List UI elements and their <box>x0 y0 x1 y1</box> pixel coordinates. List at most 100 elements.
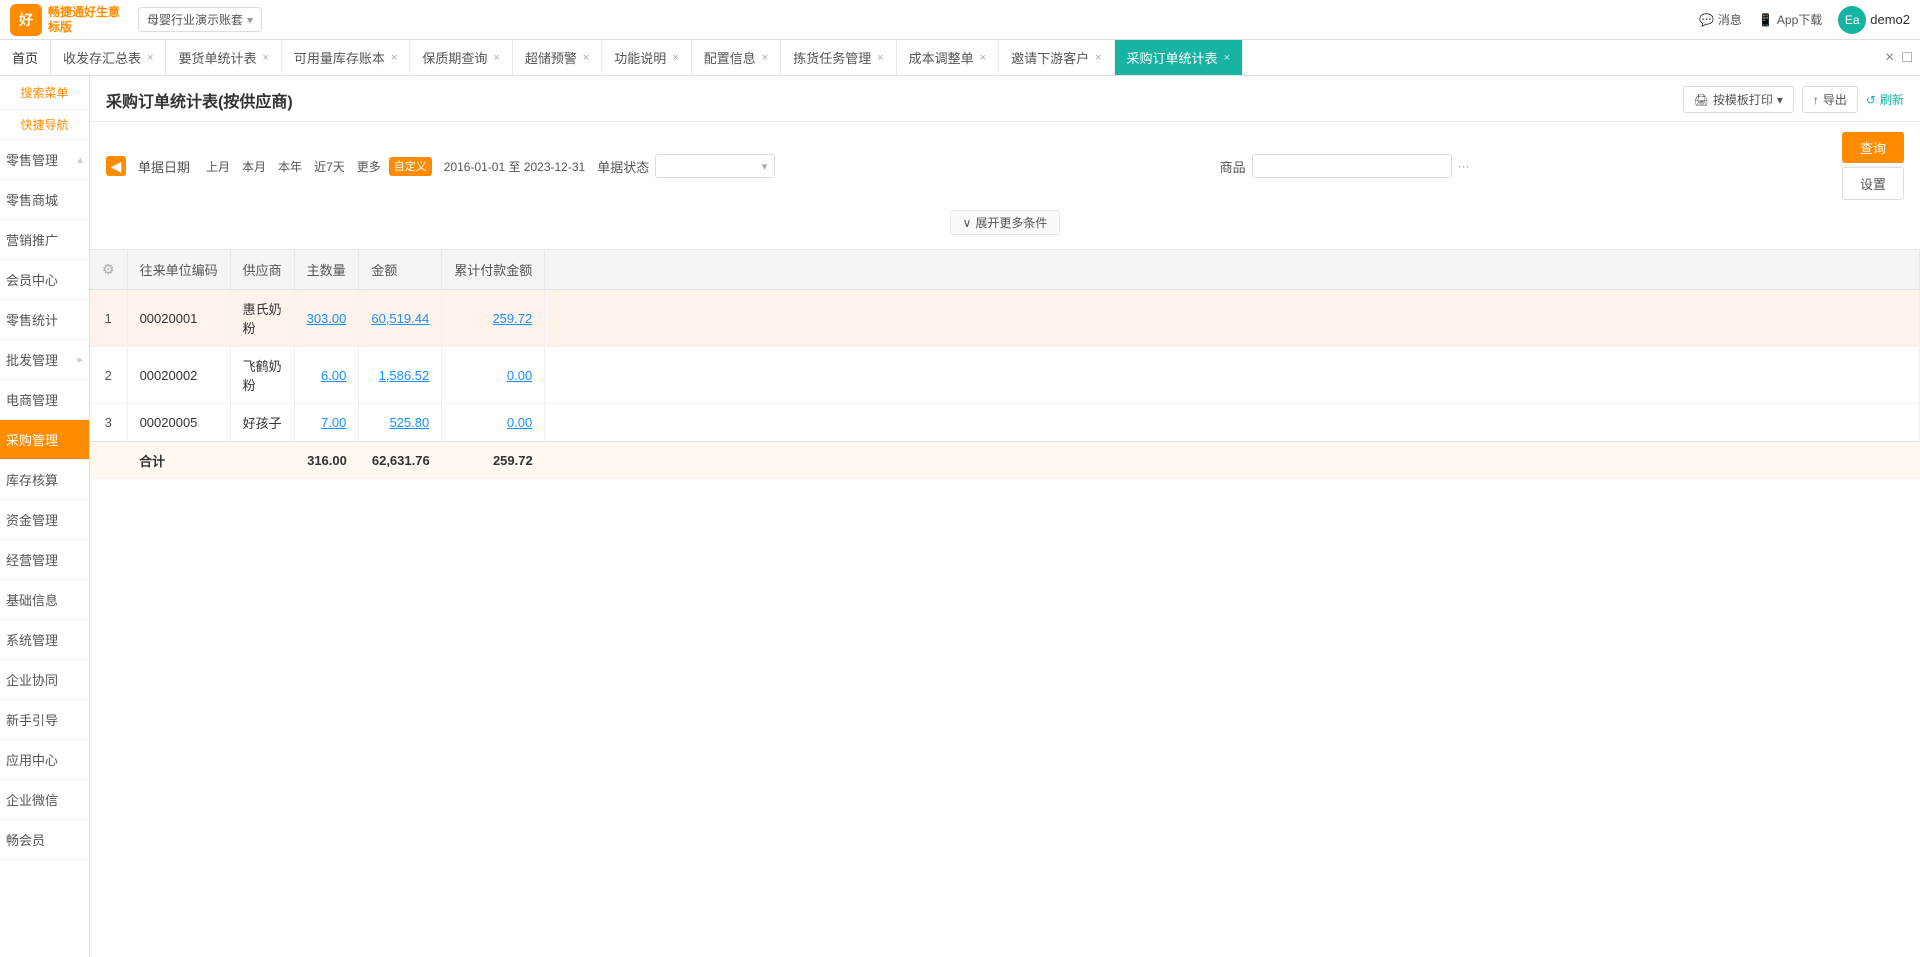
tab-pick-task[interactable]: 拣货任务管理 × <box>781 40 896 75</box>
message-icon: 💬 <box>1699 13 1714 27</box>
date-btn-7days[interactable]: 近7天 <box>310 157 349 176</box>
tab-collect-pay[interactable]: 收发存汇总表 × <box>51 40 166 75</box>
company-name: 母婴行业演示账套 <box>147 11 243 28</box>
tab-config-info-label: 配置信息 <box>704 48 756 67</box>
row-amount[interactable]: 60,519.44 <box>359 290 442 347</box>
tab-purchase-summary[interactable]: 采购订单统计表 × <box>1115 40 1243 75</box>
setting-button[interactable]: 设置 <box>1842 167 1904 200</box>
sidebar-search[interactable]: 搜索菜单 <box>0 76 89 110</box>
sidebar-item-finance-mgmt[interactable]: 资金管理 <box>0 500 89 540</box>
tab-invite-customer[interactable]: 邀请下游客户 × <box>999 40 1114 75</box>
sidebar-item-basic-info[interactable]: 基础信息 <box>0 580 89 620</box>
sidebar-item-purchase-mgmt[interactable]: 采购管理 <box>0 420 89 460</box>
tab-config-info-close[interactable]: × <box>762 52 768 64</box>
retail-mgmt-arrow: ▴ <box>77 153 83 166</box>
expand-icon: ∨ <box>963 216 972 230</box>
sidebar-item-ecommerce[interactable]: 电商管理 <box>0 380 89 420</box>
maximize-button[interactable]: □ <box>1902 49 1912 67</box>
table-footer-row: 合计 316.00 62,631.76 259.72 <box>90 442 1920 480</box>
sidebar-item-retail-mgmt[interactable]: 零售管理 ▴ <box>0 140 89 180</box>
sidebar-item-new-guide[interactable]: 新手引导 <box>0 700 89 740</box>
goods-input[interactable] <box>1252 154 1452 178</box>
logo-area: 好 畅捷通好生意 标版 <box>10 4 120 36</box>
date-btn-more[interactable]: 更多 <box>353 157 385 176</box>
row-num: 3 <box>90 404 127 442</box>
template-print-button[interactable]: 🖨 按模板打印 ▾ <box>1683 86 1794 113</box>
sidebar-quick-nav[interactable]: 快捷导航 <box>0 110 89 140</box>
row-paid[interactable]: 0.00 <box>442 404 545 442</box>
tab-inventory-ledger[interactable]: 可用量库存账本 × <box>282 40 410 75</box>
table-row: 2 00020002 飞鹤奶粉 6.00 1,586.52 0.00 <box>90 347 1920 404</box>
row-supplier: 惠氏奶粉 <box>230 290 294 347</box>
sidebar-item-retail-stats[interactable]: 零售统计 <box>0 300 89 340</box>
sidebar-item-enterprise-collab[interactable]: 企业协同 <box>0 660 89 700</box>
refresh-button[interactable]: ↺ 刷新 <box>1866 91 1904 108</box>
table-row: 3 00020005 好孩子 7.00 525.80 0.00 <box>90 404 1920 442</box>
tab-feature-desc[interactable]: 功能说明 × <box>602 40 691 75</box>
row-qty[interactable]: 6.00 <box>294 347 359 404</box>
expand-more-button[interactable]: ∨ 展开更多条件 <box>950 210 1061 235</box>
sidebar-item-marketing[interactable]: 营销推广 <box>0 220 89 260</box>
message-action[interactable]: 💬 消息 <box>1699 11 1742 28</box>
tab-purchase-summary-close[interactable]: × <box>1224 52 1230 64</box>
tab-inventory-ledger-close[interactable]: × <box>391 52 397 64</box>
topbar-right: 💬 消息 📱 App下载 Ea demo2 <box>1699 6 1910 34</box>
sidebar-item-operation-mgmt[interactable]: 经营管理 <box>0 540 89 580</box>
filter-toggle-button[interactable]: ◀ <box>106 156 126 176</box>
date-btn-last-month[interactable]: 上月 <box>202 157 234 176</box>
filter-status-section: 单据状态 <box>597 154 1207 178</box>
status-select[interactable] <box>655 154 775 178</box>
refresh-label: 刷新 <box>1880 91 1904 108</box>
sidebar-item-enterprise-wechat[interactable]: 企业微信 <box>0 780 89 820</box>
tab-invite-customer-close[interactable]: × <box>1095 52 1101 64</box>
app-download-action[interactable]: 📱 App下载 <box>1758 11 1822 28</box>
tab-cost-adjust[interactable]: 成本调整单 × <box>897 40 999 75</box>
tab-home[interactable]: 首页 <box>0 40 51 75</box>
tab-cost-adjust-close[interactable]: × <box>980 52 986 64</box>
close-all-tabs-button[interactable]: × <box>1885 49 1894 67</box>
status-select-wrap[interactable] <box>655 154 775 178</box>
th-supplier: 供应商 <box>230 250 294 290</box>
tab-overstock-warning[interactable]: 超储预警 × <box>513 40 602 75</box>
tab-order-summary[interactable]: 要货单统计表 × <box>166 40 281 75</box>
tab-expiry-query-close[interactable]: × <box>493 52 499 64</box>
tab-pick-task-close[interactable]: × <box>877 52 883 64</box>
user-profile[interactable]: Ea demo2 <box>1838 6 1910 34</box>
tab-collect-pay-close[interactable]: × <box>147 52 153 64</box>
tab-order-summary-close[interactable]: × <box>262 52 268 64</box>
retail-store-label: 零售商城 <box>6 190 58 209</box>
sidebar-item-member[interactable]: 畅会员 <box>0 820 89 860</box>
sidebar-item-retail-store[interactable]: 零售商城 <box>0 180 89 220</box>
sidebar-item-app-center[interactable]: 应用中心 <box>0 740 89 780</box>
row-qty[interactable]: 303.00 <box>294 290 359 347</box>
sidebar-item-system-mgmt[interactable]: 系统管理 <box>0 620 89 660</box>
search-button[interactable]: 查询 <box>1842 132 1904 163</box>
th-paid: 累计付款金额 <box>442 250 545 290</box>
row-qty[interactable]: 7.00 <box>294 404 359 442</box>
row-paid[interactable]: 259.72 <box>442 290 545 347</box>
sidebar-item-wholesale-mgmt[interactable]: 批发管理 ▸ <box>0 340 89 380</box>
tab-expiry-query[interactable]: 保质期查询 × <box>410 40 512 75</box>
custom-badge[interactable]: 自定义 <box>389 157 432 176</box>
th-gear: ⚙ <box>90 250 127 290</box>
row-extra <box>545 404 1920 442</box>
date-btn-this-month[interactable]: 本月 <box>238 157 270 176</box>
tab-feature-desc-close[interactable]: × <box>672 52 678 64</box>
tab-config-info[interactable]: 配置信息 × <box>692 40 781 75</box>
gear-icon[interactable]: ⚙ <box>102 261 115 277</box>
company-selector[interactable]: 母婴行业演示账套 ▾ <box>138 7 262 32</box>
sidebar-item-inventory-check[interactable]: 库存核算 <box>0 460 89 500</box>
app-icon: 📱 <box>1758 13 1773 27</box>
row-paid[interactable]: 0.00 <box>442 347 545 404</box>
inventory-check-label: 库存核算 <box>6 470 58 489</box>
enterprise-wechat-label: 企业微信 <box>6 790 58 809</box>
tab-purchase-summary-label: 采购订单统计表 <box>1127 48 1218 67</box>
date-btn-this-year[interactable]: 本年 <box>274 157 306 176</box>
row-amount[interactable]: 525.80 <box>359 404 442 442</box>
th-qty: 主数量 <box>294 250 359 290</box>
sidebar-item-member-center[interactable]: 会员中心 <box>0 260 89 300</box>
row-amount[interactable]: 1,586.52 <box>359 347 442 404</box>
export-button[interactable]: ↑ 导出 <box>1802 86 1858 113</box>
tab-overstock-warning-close[interactable]: × <box>583 52 589 64</box>
filter-area: ◀ 单据日期 上月 本月 本年 近7天 更多 自定义 2016-01-01 至 … <box>90 122 1920 250</box>
